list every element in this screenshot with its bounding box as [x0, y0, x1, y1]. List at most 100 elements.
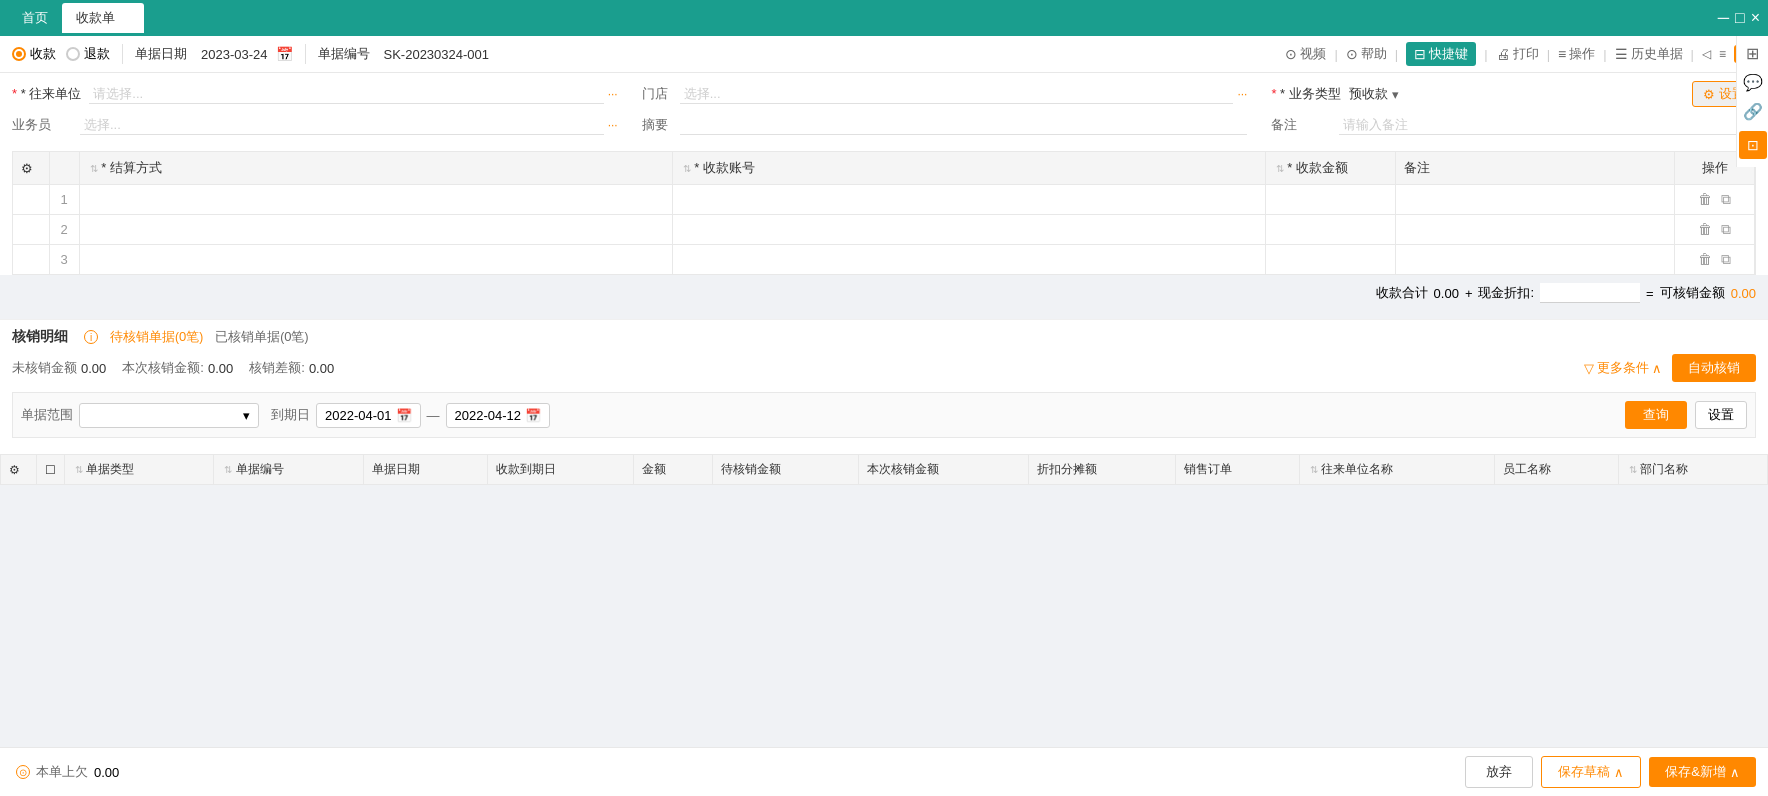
staff-input[interactable] — [80, 115, 604, 135]
save-new-button[interactable]: 保存&新增 ∧ — [1649, 757, 1756, 787]
btcol-current-amount: 本次核销金额 — [859, 455, 1029, 485]
radio-collect[interactable]: 收款 — [12, 45, 56, 63]
form-row-1: * * 往来单位 ··· 门店 ··· * * 业务类型 预收款 ▾ ⚙ 设置 — [12, 81, 1756, 107]
staff-field: 业务员 ··· — [12, 115, 618, 135]
row3-settlement[interactable] — [79, 245, 672, 275]
nav-tab-receipt[interactable]: 收款单 × — [62, 3, 144, 33]
close-tab-icon[interactable]: × — [123, 11, 130, 25]
btcol-doc-type: ⇅ 单据类型 — [65, 455, 214, 485]
store-more-btn[interactable]: ··· — [1237, 87, 1247, 101]
calendar-to-icon[interactable]: 📅 — [525, 408, 541, 423]
unverified-stat: 未核销金额 0.00 — [12, 359, 106, 377]
auto-verify-btn[interactable]: 自动核销 — [1672, 354, 1756, 382]
right-sidebar: ⊞ 💬 🔗 ⊡ — [1736, 36, 1768, 167]
help-btn[interactable]: ⊙ 帮助 — [1346, 45, 1387, 63]
table-settings-icon[interactable]: ⚙ — [21, 161, 33, 176]
sidebar-chat-icon[interactable]: 💬 — [1743, 73, 1763, 92]
row2-amount[interactable] — [1265, 215, 1395, 245]
biztype-label: * * 业务类型 — [1271, 85, 1340, 103]
biztype-select[interactable]: 预收款 ▾ — [1349, 85, 1692, 103]
receipt-type-radio: 收款 退款 — [12, 45, 110, 63]
history-btn[interactable]: ☰ 历史单据 — [1615, 45, 1683, 63]
col-num-header — [49, 152, 79, 185]
verify-stats: 未核销金额 0.00 本次核销金额: 0.00 核销差额: 0.00 ▽ 更多条… — [12, 354, 1756, 382]
row3-delete-icon[interactable]: 🗑 — [1698, 251, 1712, 267]
summary-field: 摘要 — [642, 115, 1248, 135]
row3-amount[interactable] — [1265, 245, 1395, 275]
staff-more-btn[interactable]: ··· — [608, 118, 618, 132]
store-label: 门店 — [642, 85, 672, 103]
row1-empty — [13, 185, 49, 215]
scope-label: 单据范围 — [21, 406, 73, 424]
col-settings-header[interactable]: ⚙ — [13, 152, 49, 185]
row2-settlement[interactable] — [79, 215, 672, 245]
row1-delete-icon[interactable]: 🗑 — [1698, 191, 1712, 207]
done-tab[interactable]: 已核销单据(0笔) — [215, 328, 308, 346]
sidebar-expand-icon[interactable]: ⊡ — [1739, 131, 1767, 159]
store-input[interactable] — [680, 84, 1234, 104]
divider-2 — [305, 44, 306, 64]
date-to-input[interactable]: 2022-04-12 📅 — [446, 403, 551, 428]
btcol-doc-date: 单据日期 — [363, 455, 487, 485]
row2-account[interactable] — [672, 215, 1265, 245]
more-conditions-btn[interactable]: ▽ 更多条件 ∧ — [1584, 359, 1662, 377]
calendar-icon[interactable]: 📅 — [276, 46, 293, 62]
row1-copy-icon[interactable]: ⧉ — [1721, 191, 1731, 207]
print-btn[interactable]: 🖨 打印 — [1496, 45, 1539, 63]
partner-more-btn[interactable]: ··· — [608, 87, 618, 101]
diff-value: 0.00 — [309, 361, 334, 376]
btcol-checkbox[interactable]: ☐ — [37, 455, 65, 485]
date-range: 2022-04-01 📅 — 2022-04-12 📅 — [316, 403, 550, 428]
receipt-table: ⚙ ⇅ * 结算方式 ⇅ * 收款账号 ⇅ * 收款金额 备 — [13, 152, 1755, 274]
pending-tab[interactable]: 待核销单据(0笔) — [110, 328, 203, 346]
row1-remark[interactable] — [1395, 185, 1674, 215]
collect-total-label: 收款合计 — [1376, 284, 1428, 302]
calendar-from-icon[interactable]: 📅 — [396, 408, 412, 423]
row3-account[interactable] — [672, 245, 1265, 275]
row1-amount[interactable] — [1265, 185, 1395, 215]
abandon-button[interactable]: 放弃 — [1465, 756, 1533, 788]
query-btn[interactable]: 查询 — [1625, 401, 1687, 429]
row2-delete-icon[interactable]: 🗑 — [1698, 221, 1712, 237]
maximize-btn[interactable]: □ — [1735, 9, 1745, 27]
btcol-staff: 员工名称 — [1494, 455, 1618, 485]
sidebar-link-icon[interactable]: 🔗 — [1743, 102, 1763, 121]
verify-info-icon[interactable]: i — [84, 330, 98, 344]
verify-section: 核销明细 i 待核销单据(0笔) 已核销单据(0笔) 未核销金额 0.00 本次… — [0, 319, 1768, 454]
minimize-btn[interactable]: ─ — [1718, 9, 1729, 27]
nav-tab-home[interactable]: 首页 — [8, 3, 62, 33]
divider-1 — [122, 44, 123, 64]
video-btn[interactable]: ⊙ 视频 — [1285, 45, 1326, 63]
operation-btn[interactable]: ≡ 操作 — [1558, 45, 1595, 63]
row2-copy-icon[interactable]: ⧉ — [1721, 221, 1731, 237]
shortcut-btn[interactable]: ⊟ 快捷键 — [1406, 42, 1476, 66]
help-icon: ⊙ — [1346, 46, 1358, 62]
close-btn[interactable]: × — [1751, 9, 1760, 27]
btcol-settings[interactable]: ⚙ — [1, 455, 37, 485]
col-settlement-header: ⇅ * 结算方式 — [79, 152, 672, 185]
date-from-input[interactable]: 2022-04-01 📅 — [316, 403, 421, 428]
row2-remark[interactable] — [1395, 215, 1674, 245]
query-settings-btn[interactable]: 设置 — [1695, 401, 1747, 429]
col-remark-header: 备注 — [1395, 152, 1674, 185]
partner-input[interactable] — [89, 84, 603, 104]
radio-refund-label: 退款 — [84, 45, 110, 63]
layout-btn[interactable]: ≡ — [1719, 47, 1726, 61]
row3-copy-icon[interactable]: ⧉ — [1721, 251, 1731, 267]
row1-account[interactable] — [672, 185, 1265, 215]
summary-input[interactable] — [680, 115, 1248, 135]
partner-label: * * 往来单位 — [12, 85, 81, 103]
bottom-info-icon[interactable]: ⊙ — [16, 765, 30, 779]
row3-remark[interactable] — [1395, 245, 1674, 275]
remark-input[interactable] — [1339, 115, 1756, 135]
filter-icon: ▽ — [1584, 361, 1594, 376]
radio-refund[interactable]: 退款 — [66, 45, 110, 63]
unverified-label: 未核销金额 — [12, 359, 77, 377]
discount-input[interactable] — [1540, 283, 1640, 303]
scope-select[interactable]: ▾ — [79, 403, 259, 428]
prev-btn[interactable]: ◁ — [1702, 47, 1711, 61]
row1-settlement[interactable] — [79, 185, 672, 215]
sidebar-table-icon[interactable]: ⊞ — [1746, 44, 1759, 63]
save-draft-button[interactable]: 保存草稿 ∧ — [1541, 756, 1641, 788]
row2-empty — [13, 215, 49, 245]
